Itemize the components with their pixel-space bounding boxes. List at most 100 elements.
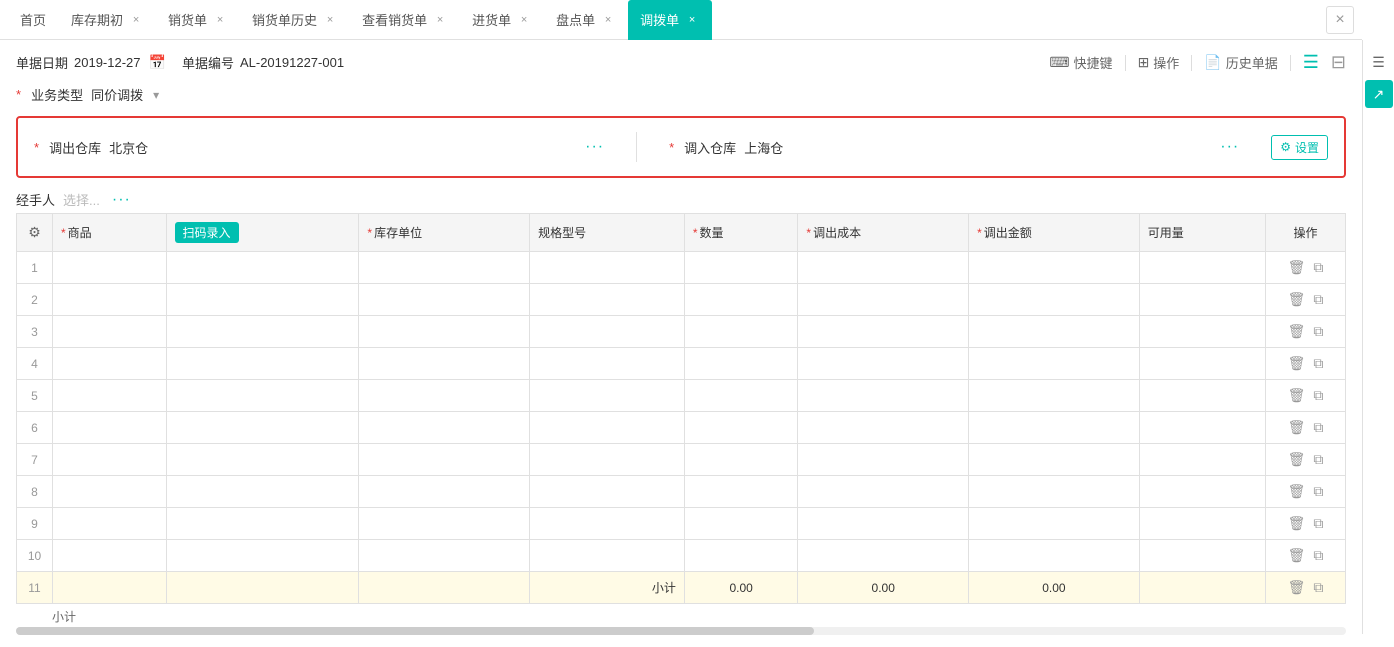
th-action: 操作 <box>1266 214 1346 252</box>
copy-icon[interactable]: ⧉ <box>1313 259 1323 276</box>
copy-icon[interactable]: ⧉ <box>1313 547 1323 564</box>
docno-field-group: 单据编号 AL-20191227-001 <box>182 53 344 72</box>
delete-icon[interactable]: 🗑 <box>1288 323 1306 340</box>
business-type-value: 同价调拨 <box>91 85 143 104</box>
th-amount-label: 调出金额 <box>984 226 1032 240</box>
copy-icon[interactable]: ⧉ <box>1313 387 1323 404</box>
copy-icon[interactable]: ⧉ <box>1313 323 1323 340</box>
table-row: 8 🗑⧉ <box>17 476 1346 508</box>
transfer-table: ⚙ *商品 扫码录入 *库存单位 规格型号 *数量 <box>16 213 1346 604</box>
out-warehouse-required: * <box>34 140 39 155</box>
in-warehouse-label: 调入仓库 <box>684 138 736 157</box>
delete-icon[interactable]: 🗑 <box>1288 355 1306 372</box>
keyboard-icon: ⌨ <box>1049 54 1069 71</box>
settings-gear-icon: ⚙ <box>1280 140 1291 154</box>
table-row: 2 🗑⧉ <box>17 284 1346 316</box>
tab-sales-history-label: 销货单历史 <box>252 10 317 29</box>
close-all-button[interactable]: × <box>1326 6 1354 34</box>
table-row: 6 🗑⧉ <box>17 412 1346 444</box>
tab-transfer-order-close[interactable]: × <box>685 13 699 27</box>
grid-icon: ⊞ <box>1138 54 1150 71</box>
copy-icon[interactable]: ⧉ <box>1313 291 1323 308</box>
delete-icon[interactable]: 🗑 <box>1288 291 1306 308</box>
th-unit: *库存单位 <box>359 214 530 252</box>
header-actions: ⌨ 快捷键 ⊞ 操作 📄 历史单据 ☰ ⊟ <box>1049 52 1346 73</box>
th-product-label: 商品 <box>68 226 92 240</box>
th-settings: ⚙ <box>17 214 53 252</box>
operation-button[interactable]: ⊞ 操作 <box>1138 53 1180 72</box>
divider-3 <box>1290 55 1291 71</box>
sidebar-expand-icon[interactable]: ↗ <box>1365 80 1393 108</box>
out-warehouse-more-button[interactable]: ··· <box>585 138 604 156</box>
th-scan: 扫码录入 <box>166 214 359 252</box>
copy-icon[interactable]: ⧉ <box>1313 419 1323 436</box>
delete-icon[interactable]: 🗑 <box>1288 451 1306 468</box>
copy-icon[interactable]: ⧉ <box>1313 483 1323 500</box>
out-warehouse-field: * 调出仓库 北京仓 ··· <box>34 138 604 157</box>
tab-sales-history-close[interactable]: × <box>323 13 337 27</box>
table-row: 3 🗑⧉ <box>17 316 1346 348</box>
delete-icon[interactable]: 🗑 <box>1288 483 1306 500</box>
in-warehouse-more-button[interactable]: ··· <box>1220 138 1239 156</box>
th-available: 可用量 <box>1139 214 1265 252</box>
operator-row: 经手人 选择... ··· <box>16 190 1346 209</box>
tab-home-label: 首页 <box>20 10 46 29</box>
table-gear-icon[interactable]: ⚙ <box>28 224 41 240</box>
divider-1 <box>1125 55 1126 71</box>
tab-inventory-init[interactable]: 库存期初 × <box>59 0 156 40</box>
tab-purchase-order[interactable]: 进货单 × <box>460 0 544 40</box>
delete-icon[interactable]: 🗑 <box>1288 259 1306 276</box>
tab-view-sales[interactable]: 查看销货单 × <box>350 0 460 40</box>
delete-icon[interactable]: 🗑 <box>1288 579 1306 596</box>
tab-sales-order[interactable]: 销货单 × <box>156 0 240 40</box>
th-cost: *调出成本 <box>798 214 969 252</box>
tab-inventory-init-close[interactable]: × <box>129 13 143 27</box>
tab-transfer-order[interactable]: 调拨单 × <box>628 0 712 40</box>
tab-sales-history[interactable]: 销货单历史 × <box>240 0 350 40</box>
th-cost-label: 调出成本 <box>813 226 861 240</box>
out-warehouse-label: 调出仓库 <box>49 138 101 157</box>
divider-2 <box>1191 55 1192 71</box>
business-required-star: * <box>16 87 21 102</box>
table-row: 5 🗑⧉ <box>17 380 1346 412</box>
tab-view-sales-close[interactable]: × <box>433 13 447 27</box>
calendar-icon[interactable]: 📅 <box>149 54 166 71</box>
tab-inventory-check-close[interactable]: × <box>601 13 615 27</box>
copy-icon[interactable]: ⧉ <box>1313 451 1323 468</box>
tab-inventory-check[interactable]: 盘点单 × <box>544 0 628 40</box>
operator-label: 经手人 <box>16 190 55 209</box>
th-spec: 规格型号 <box>530 214 685 252</box>
layout2-button[interactable]: ⊟ <box>1331 52 1346 73</box>
main-content: 单据日期 2019-12-27 📅 单据编号 AL-20191227-001 ⌨… <box>0 40 1362 647</box>
delete-icon[interactable]: 🗑 <box>1288 387 1306 404</box>
operator-more-button[interactable]: ··· <box>112 191 131 209</box>
th-amount: *调出金额 <box>969 214 1140 252</box>
copy-icon[interactable]: ⧉ <box>1313 355 1323 372</box>
tab-bar: 首页 库存期初 × 销货单 × 销货单历史 × 查看销货单 × 进货单 × 盘点… <box>0 0 1362 40</box>
tab-sales-order-close[interactable]: × <box>213 13 227 27</box>
th-unit-label: 库存单位 <box>374 226 422 240</box>
layout1-button[interactable]: ☰ <box>1303 52 1319 73</box>
delete-icon[interactable]: 🗑 <box>1288 547 1306 564</box>
shortcut-button[interactable]: ⌨ 快捷键 <box>1049 53 1112 72</box>
copy-icon[interactable]: ⧉ <box>1313 579 1323 596</box>
tab-purchase-order-label: 进货单 <box>472 10 511 29</box>
in-warehouse-field: * 调入仓库 上海仓 ··· <box>669 138 1239 157</box>
copy-icon[interactable]: ⧉ <box>1313 515 1323 532</box>
tab-home[interactable]: 首页 <box>8 0 59 40</box>
settings-button[interactable]: ⚙ 设置 <box>1271 135 1328 160</box>
sidebar-list-icon[interactable]: ☰ <box>1365 48 1393 76</box>
history-button[interactable]: 📄 历史单据 <box>1204 53 1277 72</box>
date-value: 2019-12-27 <box>74 55 141 70</box>
doc-icon: 📄 <box>1204 54 1221 71</box>
in-warehouse-value: 上海仓 <box>744 138 1212 157</box>
delete-icon[interactable]: 🗑 <box>1288 515 1306 532</box>
business-type-select[interactable]: 同价调拨 ▾ <box>91 85 291 104</box>
tab-purchase-order-close[interactable]: × <box>517 13 531 27</box>
delete-icon[interactable]: 🗑 <box>1288 419 1306 436</box>
scan-button[interactable]: 扫码录入 <box>175 222 239 243</box>
table-row: 9 🗑⧉ <box>17 508 1346 540</box>
layout1-icon: ☰ <box>1303 52 1319 73</box>
business-type-dropdown-icon: ▾ <box>153 88 159 102</box>
tab-transfer-order-label: 调拨单 <box>640 10 679 29</box>
